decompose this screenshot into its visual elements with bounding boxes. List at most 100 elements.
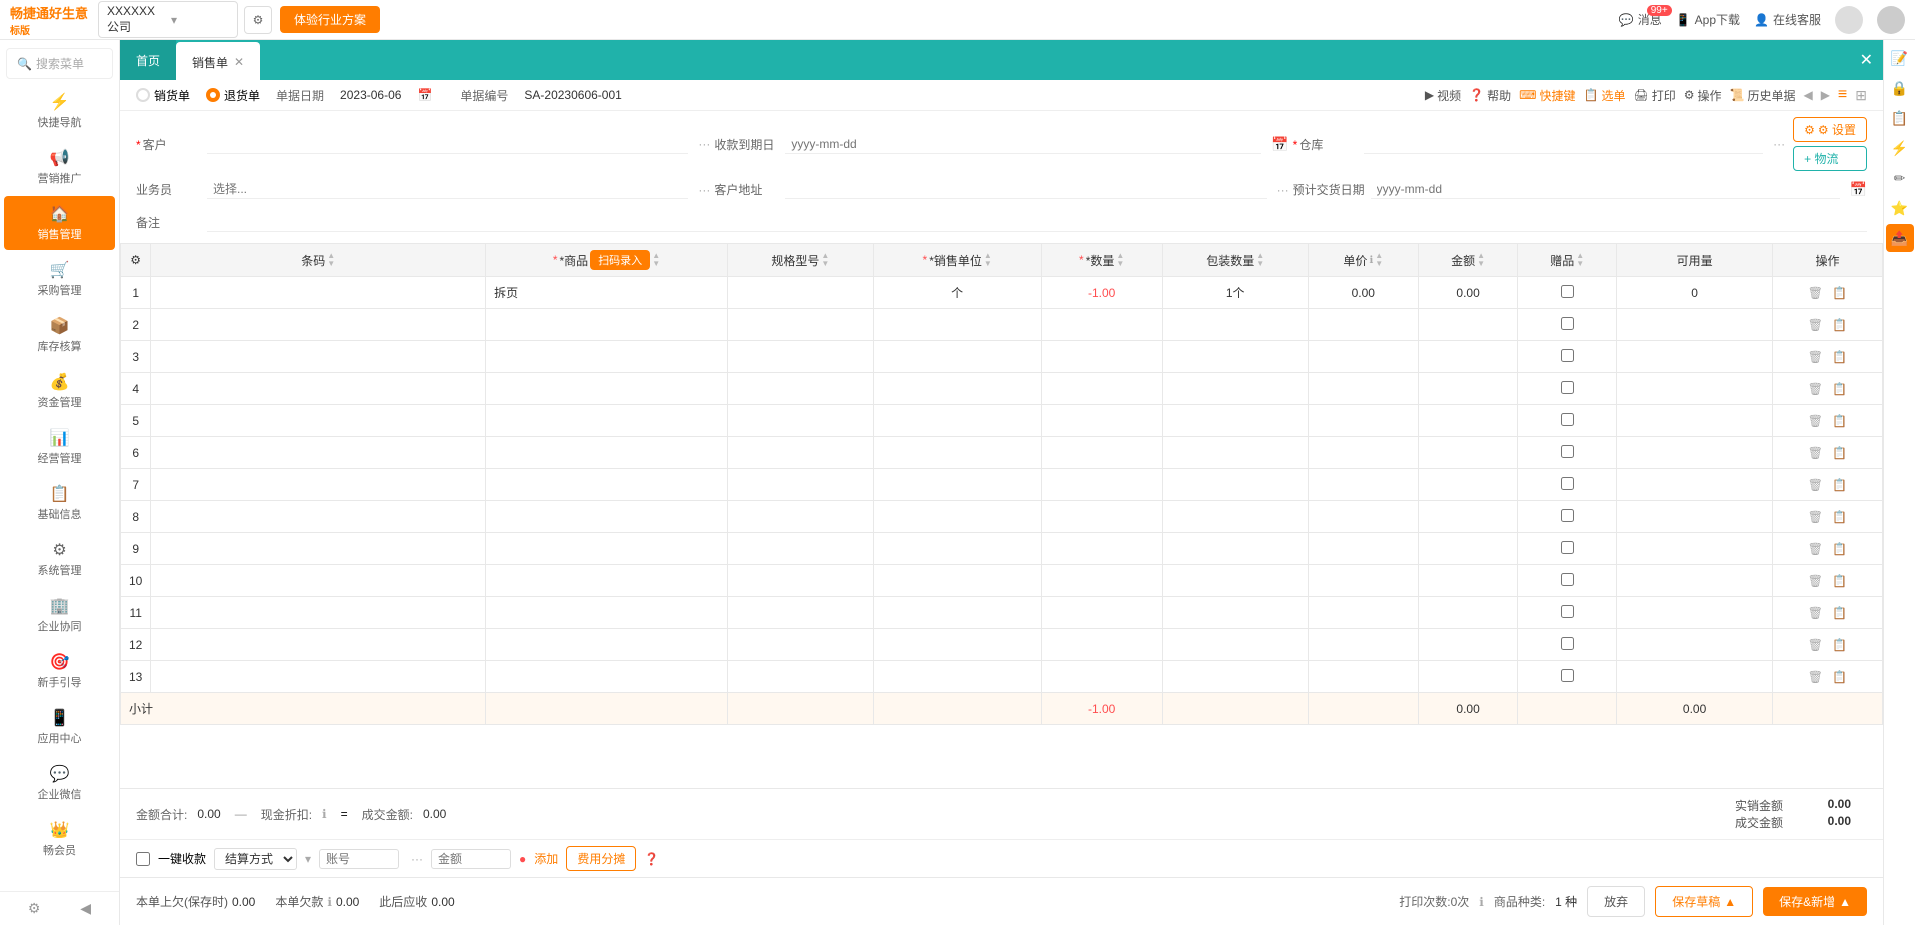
row-delete-icon[interactable]: 🗑 — [1808, 414, 1823, 428]
sidebar-item-sys-mgmt[interactable]: ⚙ 系统管理 — [4, 532, 115, 586]
row-unit-price[interactable] — [1308, 469, 1418, 501]
trial-button[interactable]: 体验行业方案 — [280, 6, 380, 33]
row-barcode[interactable] — [151, 565, 486, 597]
row-gift[interactable] — [1518, 437, 1617, 469]
rt-edit-icon[interactable]: 📝 — [1886, 44, 1914, 72]
sidebar-settings-icon[interactable]: ⚙ — [28, 900, 41, 917]
row-gift[interactable] — [1518, 565, 1617, 597]
row-product[interactable] — [486, 501, 728, 533]
row-product[interactable] — [486, 469, 728, 501]
row-unit-price[interactable]: 0.00 — [1308, 277, 1418, 309]
account-input[interactable] — [319, 849, 399, 869]
row-unit-price[interactable] — [1308, 565, 1418, 597]
row-gift[interactable] — [1518, 373, 1617, 405]
sidebar-item-wechat[interactable]: 💬 企业微信 — [4, 756, 115, 810]
row-barcode[interactable] — [151, 309, 486, 341]
row-unit-price[interactable] — [1308, 661, 1418, 693]
amount-input[interactable] — [431, 849, 511, 869]
add-btn-label[interactable]: 添加 — [534, 850, 558, 867]
online-service-button[interactable]: 👤 在线客服 — [1754, 11, 1821, 28]
company-selector[interactable]: XXXXXX公司 ▾ — [98, 1, 238, 38]
row-barcode[interactable] — [151, 469, 486, 501]
rt-orange-icon[interactable]: 📤 — [1886, 224, 1914, 252]
row-spec[interactable] — [727, 597, 873, 629]
sidebar-item-search[interactable]: 🔍 搜索菜单 — [6, 48, 113, 79]
row-copy-icon[interactable]: 📋 — [1832, 638, 1847, 652]
row-copy-icon[interactable]: 📋 — [1832, 606, 1847, 620]
sidebar-item-purchase[interactable]: 🛒 采购管理 — [4, 252, 115, 306]
expected-date-calendar-icon[interactable]: 📅 — [1850, 181, 1867, 198]
row-barcode[interactable] — [151, 661, 486, 693]
row-unit-price[interactable] — [1308, 341, 1418, 373]
row-delete-icon[interactable]: 🗑 — [1808, 638, 1823, 652]
cash-discount-info-icon[interactable]: ℹ — [322, 807, 327, 821]
help-btn[interactable]: ❓ 帮助 — [1469, 87, 1511, 104]
row-spec[interactable] — [727, 501, 873, 533]
grid-view-icon[interactable]: ⊞ — [1855, 87, 1867, 104]
row-barcode[interactable] — [151, 437, 486, 469]
sidebar-item-sales[interactable]: 🏠 销售管理 — [4, 196, 115, 250]
row-delete-icon[interactable]: 🗑 — [1808, 542, 1823, 556]
row-gift[interactable] — [1518, 629, 1617, 661]
row-product[interactable] — [486, 309, 728, 341]
row-copy-icon[interactable]: 📋 — [1832, 350, 1847, 364]
rt-star-icon[interactable]: ⭐ — [1886, 194, 1914, 222]
sidebar-item-app-center[interactable]: 📱 应用中心 — [4, 700, 115, 754]
row-gift[interactable] — [1518, 341, 1617, 373]
row-spec[interactable] — [727, 405, 873, 437]
row-unit-price[interactable] — [1308, 533, 1418, 565]
customer-addr-input[interactable] — [785, 180, 1266, 199]
company-settings-icon[interactable]: ⚙ — [244, 6, 272, 34]
add-icon[interactable]: ● — [519, 852, 526, 866]
row-spec[interactable] — [727, 341, 873, 373]
row-copy-icon[interactable]: 📋 — [1832, 446, 1847, 460]
row-copy-icon[interactable]: 📋 — [1832, 318, 1847, 332]
choose-order-btn[interactable]: 📋 选单 — [1583, 87, 1625, 104]
nav-next-icon[interactable]: ▶ — [1821, 88, 1830, 102]
sidebar-item-quick-nav[interactable]: ⚡ 快捷导航 — [4, 84, 115, 138]
row-qty[interactable] — [1041, 405, 1162, 437]
save-draft-button[interactable]: 保存草稿 ▲ — [1655, 886, 1753, 917]
row-gift[interactable] — [1518, 309, 1617, 341]
row-product[interactable] — [486, 533, 728, 565]
due-date-calendar-icon[interactable]: 📅 — [1271, 136, 1288, 153]
row-unit-price[interactable] — [1308, 629, 1418, 661]
list-view-icon[interactable]: ≡ — [1838, 86, 1847, 104]
sidebar-item-guide[interactable]: 🎯 新手引导 — [4, 644, 115, 698]
row-product[interactable] — [486, 565, 728, 597]
row-spec[interactable] — [727, 661, 873, 693]
sidebar-collapse-icon[interactable]: ◀ — [80, 900, 91, 917]
warehouse-input[interactable]: 建材仓 — [1364, 135, 1763, 154]
payment-method-select[interactable]: 结算方式 — [214, 848, 297, 870]
radio-return[interactable]: 退货单 — [206, 87, 260, 104]
row-spec[interactable] — [727, 373, 873, 405]
row-product[interactable] — [486, 629, 728, 661]
shortcut-btn[interactable]: ⌨ 快捷键 — [1519, 87, 1575, 104]
row-qty[interactable] — [1041, 501, 1162, 533]
row-unit-price[interactable] — [1308, 437, 1418, 469]
sidebar-item-operation[interactable]: 📊 经营管理 — [4, 420, 115, 474]
row-barcode[interactable] — [151, 501, 486, 533]
row-delete-icon[interactable]: 🗑 — [1808, 510, 1823, 524]
table-settings-icon[interactable]: ⚙ — [130, 253, 141, 267]
row-qty[interactable] — [1041, 597, 1162, 629]
row-qty[interactable] — [1041, 629, 1162, 661]
row-delete-icon[interactable]: 🗑 — [1808, 286, 1823, 300]
fenyong-help-icon[interactable]: ❓ — [644, 852, 659, 866]
row-unit-price[interactable] — [1308, 405, 1418, 437]
sidebar-item-enterprise[interactable]: 🏢 企业协同 — [4, 588, 115, 642]
row-copy-icon[interactable]: 📋 — [1832, 286, 1847, 300]
row-qty[interactable] — [1041, 565, 1162, 597]
row-delete-icon[interactable]: 🗑 — [1808, 574, 1823, 588]
message-button[interactable]: 💬 消息 99+ — [1619, 11, 1662, 28]
row-qty[interactable]: -1.00 — [1041, 277, 1162, 309]
row-copy-icon[interactable]: 📋 — [1832, 510, 1847, 524]
row-delete-icon[interactable]: 🗑 — [1808, 318, 1823, 332]
row-gift[interactable] — [1518, 277, 1617, 309]
salesperson-input[interactable] — [207, 180, 688, 199]
row-product[interactable] — [486, 341, 728, 373]
customer-input[interactable] — [207, 135, 688, 154]
row-gift[interactable] — [1518, 501, 1617, 533]
row-unit-price[interactable] — [1308, 501, 1418, 533]
avatar[interactable] — [1835, 6, 1863, 34]
